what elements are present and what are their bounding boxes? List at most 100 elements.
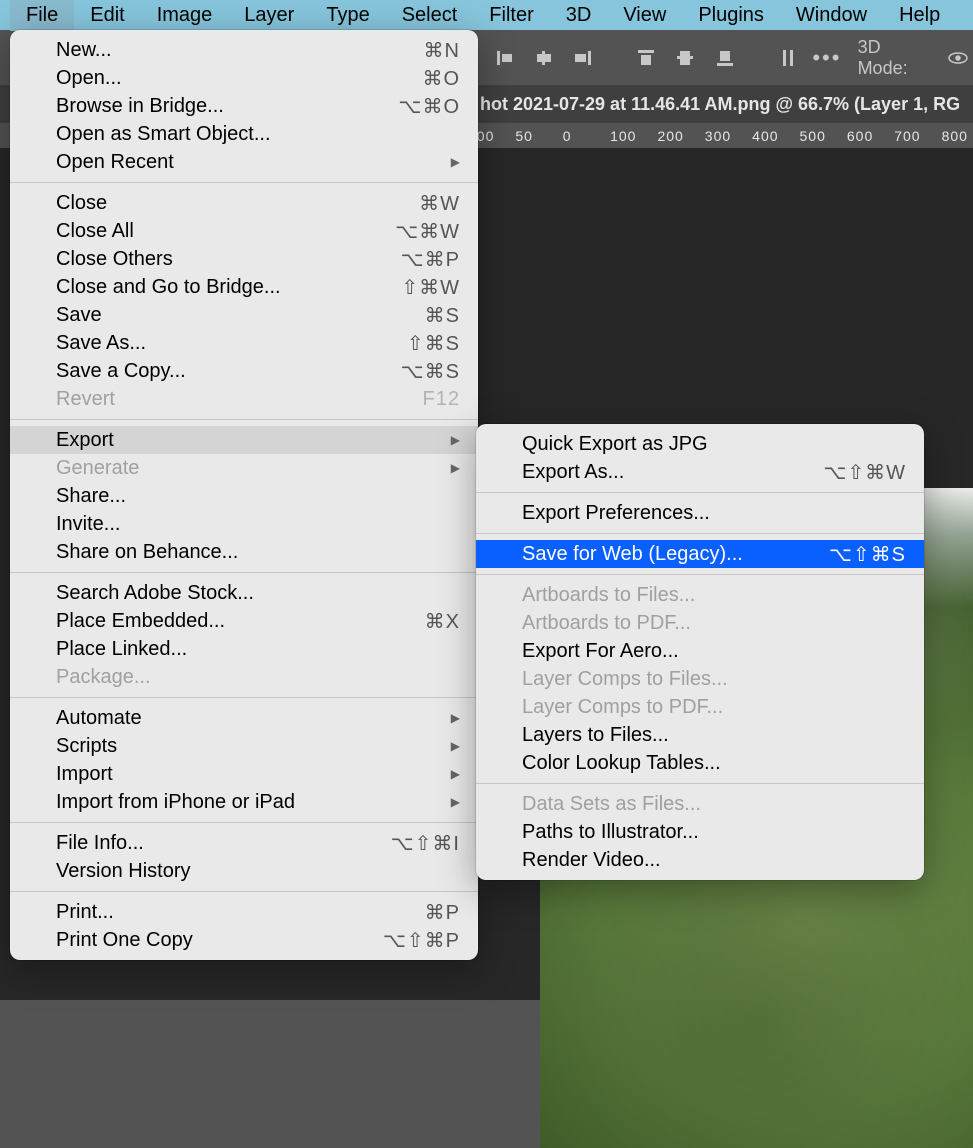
file-menu-item-export[interactable]: Export▶ (10, 426, 478, 454)
menu-item-label: Print One Copy (56, 929, 383, 952)
menu-file[interactable]: File (10, 0, 74, 31)
menu-item-label: Close and Go to Bridge... (56, 276, 401, 299)
menu-view[interactable]: View (607, 0, 682, 31)
export-menu-item-export-for-aero[interactable]: Export For Aero... (476, 637, 924, 665)
file-menu-item-open[interactable]: Open...⌘O (10, 64, 478, 92)
menu-item-shortcut: ⌘O (422, 66, 460, 91)
file-menu-item-revert: RevertF12 (10, 385, 478, 413)
menu-image[interactable]: Image (141, 0, 229, 31)
ruler-tick: 0 (563, 128, 594, 144)
chevron-right-icon: ▶ (451, 767, 460, 781)
3d-orbit-icon[interactable] (944, 43, 973, 73)
export-menu-item-color-lookup-tables[interactable]: Color Lookup Tables... (476, 749, 924, 777)
file-menu-item-save-a-copy[interactable]: Save a Copy...⌥⌘S (10, 357, 478, 385)
export-menu-item-export-as[interactable]: Export As...⌥⇧⌘W (476, 458, 924, 486)
menu-item-label: Layers to Files... (522, 724, 906, 747)
distribute-icon[interactable] (773, 43, 802, 73)
file-menu-item-close-and-go-to-bridge[interactable]: Close and Go to Bridge...⇧⌘W (10, 273, 478, 301)
menu-separator (10, 419, 478, 420)
file-menu-item-place-embedded[interactable]: Place Embedded...⌘X (10, 607, 478, 635)
ruler-tick: 400 (752, 128, 783, 144)
export-menu-item-artboards-to-pdf: Artboards to PDF... (476, 609, 924, 637)
file-menu-item-import-from-iphone-or-ipad[interactable]: Import from iPhone or iPad▶ (10, 788, 478, 816)
align-bottom-icon[interactable] (710, 43, 739, 73)
export-menu-item-quick-export-as-jpg[interactable]: Quick Export as JPG (476, 430, 924, 458)
menu-select[interactable]: Select (386, 0, 474, 31)
more-options-icon[interactable]: ••• (812, 43, 841, 73)
export-submenu: Quick Export as JPGExport As...⌥⇧⌘WExpor… (476, 424, 924, 880)
menu-item-shortcut: ⌥⌘W (395, 219, 460, 244)
file-menu-item-automate[interactable]: Automate▶ (10, 704, 478, 732)
menu-type[interactable]: Type (310, 0, 385, 31)
file-menu-item-file-info[interactable]: File Info...⌥⇧⌘I (10, 829, 478, 857)
file-menu-item-invite[interactable]: Invite... (10, 510, 478, 538)
menu-item-label: Artboards to PDF... (522, 612, 906, 635)
export-menu-item-save-for-web-legacy[interactable]: Save for Web (Legacy)...⌥⇧⌘S (476, 540, 924, 568)
menu-item-label: Color Lookup Tables... (522, 752, 906, 775)
menu-3d[interactable]: 3D (550, 0, 608, 31)
menu-item-label: Open Recent (56, 151, 451, 174)
export-menu-item-data-sets-as-files: Data Sets as Files... (476, 790, 924, 818)
menu-edit[interactable]: Edit (74, 0, 140, 31)
file-menu-item-browse-in-bridge[interactable]: Browse in Bridge...⌥⌘O (10, 92, 478, 120)
menu-item-label: Browse in Bridge... (56, 95, 398, 118)
menu-item-label: New... (56, 39, 424, 62)
menu-item-label: Open... (56, 67, 422, 90)
file-menu-item-search-adobe-stock[interactable]: Search Adobe Stock... (10, 579, 478, 607)
menu-item-shortcut: ⇧⌘S (407, 331, 460, 356)
menu-filter[interactable]: Filter (473, 0, 549, 31)
file-menu-item-save-as[interactable]: Save As...⇧⌘S (10, 329, 478, 357)
file-menu-item-open-recent[interactable]: Open Recent▶ (10, 148, 478, 176)
align-left-icon[interactable] (490, 43, 519, 73)
export-menu-item-paths-to-illustrator[interactable]: Paths to Illustrator... (476, 818, 924, 846)
menu-item-shortcut: F12 (423, 388, 460, 411)
export-menu-item-layers-to-files[interactable]: Layers to Files... (476, 721, 924, 749)
file-menu-item-share[interactable]: Share... (10, 482, 478, 510)
menu-help[interactable]: Help (883, 0, 956, 31)
ruler-tick: 600 (847, 128, 878, 144)
file-menu-item-package: Package... (10, 663, 478, 691)
export-menu-item-layer-comps-to-files: Layer Comps to Files... (476, 665, 924, 693)
file-menu-item-new[interactable]: New...⌘N (10, 36, 478, 64)
chevron-right-icon: ▶ (451, 433, 460, 447)
menu-item-label: Automate (56, 707, 451, 730)
file-menu-item-open-as-smart-object[interactable]: Open as Smart Object... (10, 120, 478, 148)
menu-layer[interactable]: Layer (228, 0, 310, 31)
menu-item-label: Save for Web (Legacy)... (522, 543, 829, 566)
file-menu-item-close-others[interactable]: Close Others⌥⌘P (10, 245, 478, 273)
file-menu-item-version-history[interactable]: Version History (10, 857, 478, 885)
menu-window[interactable]: Window (780, 0, 883, 31)
align-top-icon[interactable] (632, 43, 661, 73)
file-menu-item-generate: Generate▶ (10, 454, 478, 482)
file-menu-item-print-one-copy[interactable]: Print One Copy⌥⇧⌘P (10, 926, 478, 954)
file-menu-item-close[interactable]: Close⌘W (10, 189, 478, 217)
menu-item-label: Share on Behance... (56, 541, 460, 564)
file-menu-item-close-all[interactable]: Close All⌥⌘W (10, 217, 478, 245)
menu-item-label: Export As... (522, 461, 823, 484)
menu-item-label: Search Adobe Stock... (56, 582, 460, 605)
export-menu-item-export-preferences[interactable]: Export Preferences... (476, 499, 924, 527)
align-center-h-icon[interactable] (529, 43, 558, 73)
menu-item-label: Quick Export as JPG (522, 433, 906, 456)
menu-item-label: Revert (56, 388, 423, 411)
menu-item-label: Paths to Illustrator... (522, 821, 906, 844)
file-menu-item-save[interactable]: Save⌘S (10, 301, 478, 329)
file-menu-item-share-on-behance[interactable]: Share on Behance... (10, 538, 478, 566)
menu-item-label: Close Others (56, 248, 401, 271)
menu-item-label: Save As... (56, 332, 407, 355)
export-menu-item-render-video[interactable]: Render Video... (476, 846, 924, 874)
3d-mode-label: 3D Mode: (858, 37, 934, 79)
menu-item-shortcut: ⌥⇧⌘S (829, 542, 906, 567)
chevron-right-icon: ▶ (451, 795, 460, 809)
menubar: FileEditImageLayerTypeSelectFilter3DView… (0, 0, 973, 30)
file-menu-item-place-linked[interactable]: Place Linked... (10, 635, 478, 663)
ruler-tick: 800 (942, 128, 973, 144)
file-menu-item-print[interactable]: Print...⌘P (10, 898, 478, 926)
file-menu-item-scripts[interactable]: Scripts▶ (10, 732, 478, 760)
chevron-right-icon: ▶ (451, 739, 460, 753)
file-menu-item-import[interactable]: Import▶ (10, 760, 478, 788)
align-center-v-icon[interactable] (671, 43, 700, 73)
menu-plugins[interactable]: Plugins (682, 0, 780, 31)
align-right-icon[interactable] (569, 43, 598, 73)
menu-separator (10, 697, 478, 698)
